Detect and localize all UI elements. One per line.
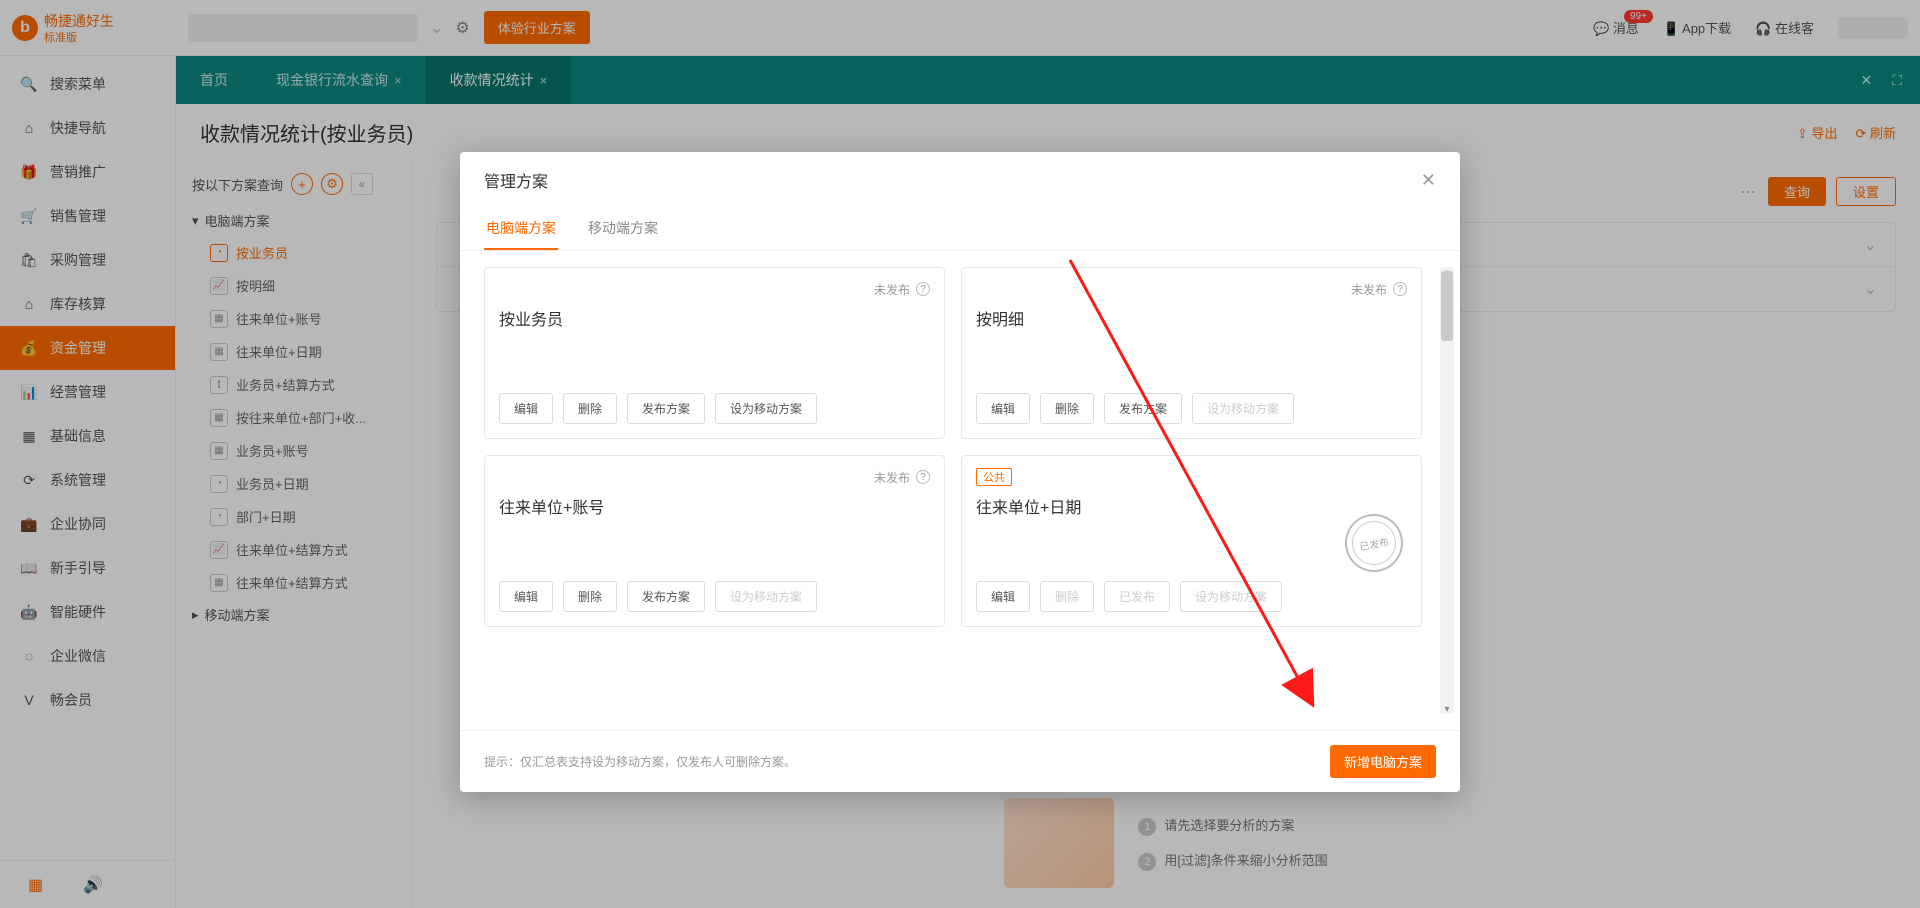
scheme-card: 未发布? 按明细编辑删除发布方案设为移动方案	[961, 267, 1422, 439]
info-icon[interactable]: ?	[916, 282, 930, 296]
info-icon[interactable]: ?	[916, 470, 930, 484]
scroll-thumb[interactable]	[1441, 271, 1453, 341]
card-action-button[interactable]: 发布方案	[627, 393, 705, 424]
card-title: 按明细	[976, 306, 1407, 330]
card-action-button[interactable]: 发布方案	[1104, 393, 1182, 424]
published-stamp: 已发布	[1340, 510, 1407, 577]
info-icon[interactable]: ?	[1393, 282, 1407, 296]
card-title: 往来单位+日期	[976, 494, 1407, 518]
card-title: 按业务员	[499, 306, 930, 330]
card-action-button: 设为移动方案	[1192, 393, 1294, 424]
card-action-button[interactable]: 编辑	[976, 581, 1030, 612]
scrollbar[interactable]: ▴ ▾	[1440, 267, 1454, 714]
scheme-card: 公共往来单位+日期已发布编辑删除已发布设为移动方案	[961, 455, 1422, 627]
modal-tab-pc[interactable]: 电脑端方案	[484, 208, 558, 250]
card-action-button[interactable]: 删除	[563, 393, 617, 424]
card-title: 往来单位+账号	[499, 494, 930, 518]
modal-tab-mobile[interactable]: 移动端方案	[586, 208, 660, 250]
close-icon[interactable]: ✕	[1421, 170, 1436, 191]
card-action-button: 设为移动方案	[715, 581, 817, 612]
status-label: 未发布	[874, 281, 910, 298]
manage-scheme-modal: 管理方案 ✕ 电脑端方案 移动端方案 未发布?按业务员编辑删除发布方案设为移动方…	[460, 152, 1460, 792]
public-tag: 公共	[976, 468, 1012, 486]
card-action-button[interactable]: 编辑	[499, 581, 553, 612]
card-action-button[interactable]: 删除	[1040, 393, 1094, 424]
scroll-down-icon[interactable]: ▾	[1440, 702, 1454, 716]
scheme-card: 未发布? 往来单位+账号编辑删除发布方案设为移动方案	[484, 455, 945, 627]
card-action-button[interactable]: 删除	[563, 581, 617, 612]
card-action-button: 删除	[1040, 581, 1094, 612]
scheme-card: 未发布? 按业务员编辑删除发布方案设为移动方案	[484, 267, 945, 439]
card-action-button[interactable]: 编辑	[499, 393, 553, 424]
card-action-button[interactable]: 编辑	[976, 393, 1030, 424]
modal-title: 管理方案	[484, 168, 548, 192]
status-label: 未发布	[874, 469, 910, 486]
modal-tip: 提示：仅汇总表支持设为移动方案，仅发布人可删除方案。	[484, 753, 796, 770]
card-action-button[interactable]: 发布方案	[627, 581, 705, 612]
card-action-button[interactable]: 设为移动方案	[715, 393, 817, 424]
status-label: 未发布	[1351, 281, 1387, 298]
card-action-button: 设为移动方案	[1180, 581, 1282, 612]
card-action-button: 已发布	[1104, 581, 1170, 612]
add-pc-scheme-button[interactable]: 新增电脑方案	[1330, 745, 1436, 778]
